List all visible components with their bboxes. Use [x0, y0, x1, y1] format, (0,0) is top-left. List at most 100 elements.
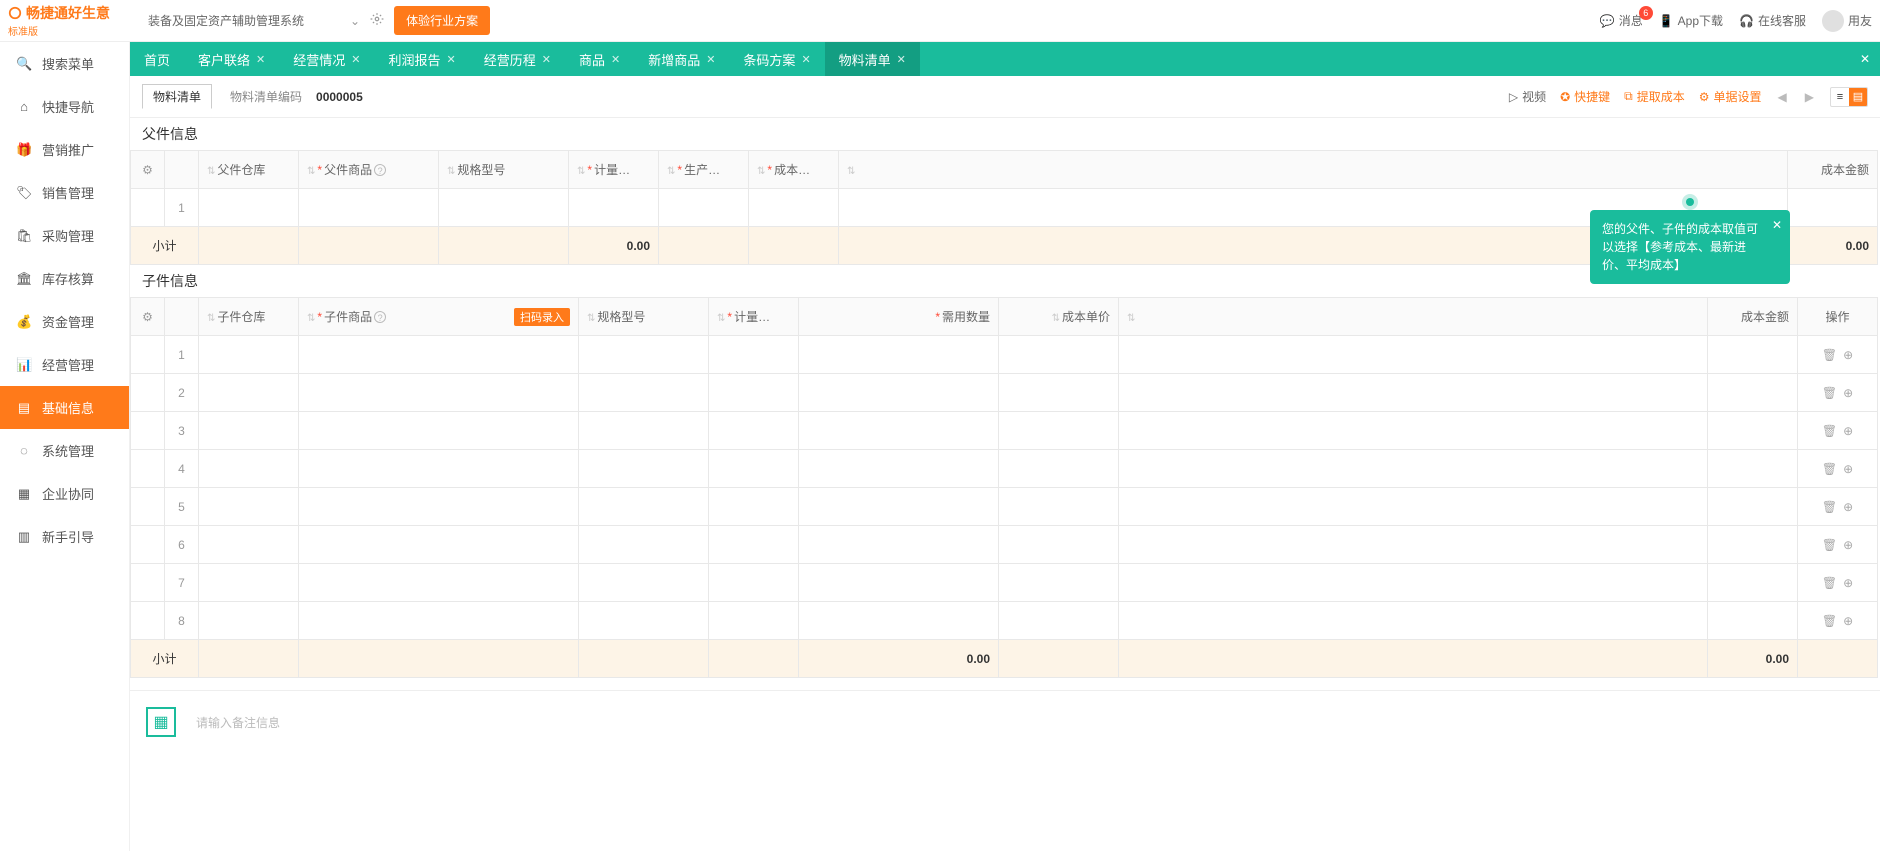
col-child-amount[interactable]: 成本金额 — [1708, 298, 1798, 336]
col-child-price[interactable]: ⇅成本单价 — [999, 298, 1119, 336]
sidebar-item-system[interactable]: ◌系统管理 — [0, 429, 129, 472]
col-parent-produce[interactable]: ⇅*生产… — [659, 151, 749, 189]
app-download-button[interactable]: 📱 App下载 — [1659, 12, 1723, 29]
close-icon[interactable]: ✕ — [542, 53, 551, 66]
sidebar-item-purchase[interactable]: 🛍采购管理 — [0, 214, 129, 257]
help-icon[interactable]: ? — [374, 311, 386, 323]
col-child-spec[interactable]: ⇅规格型号 — [579, 298, 709, 336]
brand-edition: 标准版 — [8, 23, 38, 38]
sidebar-item-finance[interactable]: 💰资金管理 — [0, 300, 129, 343]
close-icon[interactable]: ✕ — [801, 53, 810, 66]
add-icon[interactable]: ⊕ — [1843, 500, 1853, 514]
col-parent-cost[interactable]: ⇅*成本… — [749, 151, 839, 189]
sidebar-item-search[interactable]: 🔍搜索菜单 — [0, 42, 129, 85]
col-parent-spec[interactable]: ⇅规格型号 — [439, 151, 569, 189]
memo-icon[interactable]: ▦ — [146, 707, 176, 737]
tab-profit[interactable]: 利润报告✕ — [374, 42, 469, 76]
tab-product[interactable]: 商品✕ — [565, 42, 634, 76]
add-icon[interactable]: ⊕ — [1843, 386, 1853, 400]
gear-icon[interactable] — [370, 12, 384, 29]
col-parent-warehouse[interactable]: ⇅父件仓库 — [199, 151, 299, 189]
messages-button[interactable]: 💬 消息 6 — [1600, 12, 1643, 29]
gear-icon[interactable]: ⚙ — [131, 298, 165, 336]
close-icon[interactable]: ✕ — [447, 53, 456, 66]
table-row[interactable]: 6🗑⊕ — [131, 526, 1878, 564]
tab-label: 条码方案 — [743, 50, 795, 69]
table-row[interactable]: 2 🗑 ⊕ — [131, 374, 1878, 412]
video-button[interactable]: ▷视频 — [1509, 88, 1546, 105]
delete-icon[interactable]: 🗑 — [1822, 614, 1837, 628]
cta-button[interactable]: 体验行业方案 — [394, 6, 490, 35]
delete-icon[interactable]: 🗑 — [1822, 386, 1837, 400]
doc-settings-button[interactable]: ⚙单据设置 — [1699, 88, 1762, 105]
col-parent-amount[interactable]: 成本金额 — [1788, 151, 1878, 189]
system-selector[interactable]: 装备及固定资产辅助管理系统 ⌄ — [148, 12, 360, 29]
sidebar-item-guide[interactable]: ▥新手引导 — [0, 515, 129, 558]
shortcut-button[interactable]: ✪快捷键 — [1560, 88, 1610, 105]
close-icon[interactable]: ✕ — [351, 53, 360, 66]
table-row[interactable]: 1🗑⊕ — [131, 336, 1878, 374]
col-child-unit[interactable]: ⇅*计量… — [709, 298, 799, 336]
add-icon[interactable]: ⊕ — [1843, 462, 1853, 476]
delete-icon[interactable]: 🗑 — [1822, 538, 1837, 552]
add-icon[interactable]: ⊕ — [1843, 538, 1853, 552]
delete-icon[interactable]: 🗑 — [1822, 500, 1837, 514]
tab-contacts[interactable]: 客户联络✕ — [184, 42, 279, 76]
parent-section-title: 父件信息 — [130, 118, 1880, 150]
close-icon[interactable]: ✕ — [611, 53, 620, 66]
close-icon[interactable]: ✕ — [706, 53, 715, 66]
col-child-product[interactable]: ⇅*子件商品?扫码录入 — [299, 298, 579, 336]
close-icon[interactable]: ✕ — [1772, 216, 1782, 234]
delete-icon[interactable]: 🗑 — [1822, 348, 1837, 362]
close-icon[interactable]: ✕ — [897, 53, 906, 66]
add-icon[interactable]: ⊕ — [1843, 424, 1853, 438]
delete-icon[interactable]: 🗑 — [1822, 424, 1837, 438]
col-child-qty[interactable]: *需用数量 — [799, 298, 999, 336]
table-row[interactable]: 5🗑⊕ — [131, 488, 1878, 526]
gear-icon[interactable]: ⚙ — [131, 151, 165, 189]
next-icon[interactable]: ▶ — [1803, 90, 1816, 104]
add-icon[interactable]: ⊕ — [1843, 614, 1853, 628]
support-button[interactable]: 🎧 在线客服 — [1739, 12, 1806, 29]
sidebar-item-sales[interactable]: 🏷销售管理 — [0, 171, 129, 214]
sidebar-item-basic[interactable]: ▤基础信息 — [0, 386, 129, 429]
view-detail-icon[interactable]: ▤ — [1849, 88, 1867, 106]
table-row[interactable]: 3🗑⊕ — [131, 412, 1878, 450]
col-parent-unit[interactable]: ⇅*计量… — [569, 151, 659, 189]
memo-input[interactable]: 请输入备注信息 — [196, 714, 280, 731]
row-number: 4 — [165, 450, 199, 488]
table-row[interactable]: 7🗑⊕ — [131, 564, 1878, 602]
tab-barcode[interactable]: 条码方案 ✕ — [729, 42, 824, 76]
sidebar-item-inventory[interactable]: 🏛库存核算 — [0, 257, 129, 300]
sidebar-item-operation[interactable]: 📊经营管理 — [0, 343, 129, 386]
table-row[interactable]: 4 🗑 ⊕ — [131, 450, 1878, 488]
add-icon[interactable]: ⊕ — [1843, 348, 1853, 362]
sidebar-item-marketing[interactable]: 🎁营销推广 — [0, 128, 129, 171]
table-row[interactable]: 8 🗑 ⊕ — [131, 602, 1878, 640]
scan-button[interactable]: 扫码录入 — [514, 308, 570, 326]
doc-tab[interactable]: 物料清单 — [142, 84, 212, 109]
extract-cost-button[interactable]: ⧉提取成本 — [1624, 88, 1685, 105]
delete-icon[interactable]: 🗑 — [1822, 576, 1837, 590]
user-menu[interactable]: 用友 — [1822, 10, 1872, 32]
col-label: 子件商品 — [324, 310, 372, 324]
tab-newproduct[interactable]: 新增商品✕ — [634, 42, 729, 76]
tab-status[interactable]: 经营情况✕ — [279, 42, 374, 76]
tab-bom[interactable]: 物料清单✕ — [825, 42, 920, 76]
row-number: 8 — [165, 602, 199, 640]
tab-home[interactable]: 首页 — [130, 42, 184, 76]
tab-history[interactable]: 经营历程✕ — [470, 42, 565, 76]
prev-icon[interactable]: ◀ — [1776, 90, 1789, 104]
sidebar-item-collab[interactable]: ▦企业协同 — [0, 472, 129, 515]
sidebar-item-quicknav[interactable]: ⌂快捷导航 — [0, 85, 129, 128]
close-all-tabs-icon[interactable]: ✕ — [1850, 52, 1880, 66]
row-number: 2 — [165, 374, 199, 412]
col-child-warehouse[interactable]: ⇅子件仓库 — [199, 298, 299, 336]
view-list-icon[interactable]: ≡ — [1831, 88, 1849, 106]
delete-icon[interactable]: 🗑 — [1822, 462, 1837, 476]
subtotal-value: 0.00 — [569, 227, 659, 265]
col-parent-product[interactable]: ⇅*父件商品? — [299, 151, 439, 189]
close-icon[interactable]: ✕ — [256, 53, 265, 66]
add-icon[interactable]: ⊕ — [1843, 576, 1853, 590]
help-icon[interactable]: ? — [374, 164, 386, 176]
